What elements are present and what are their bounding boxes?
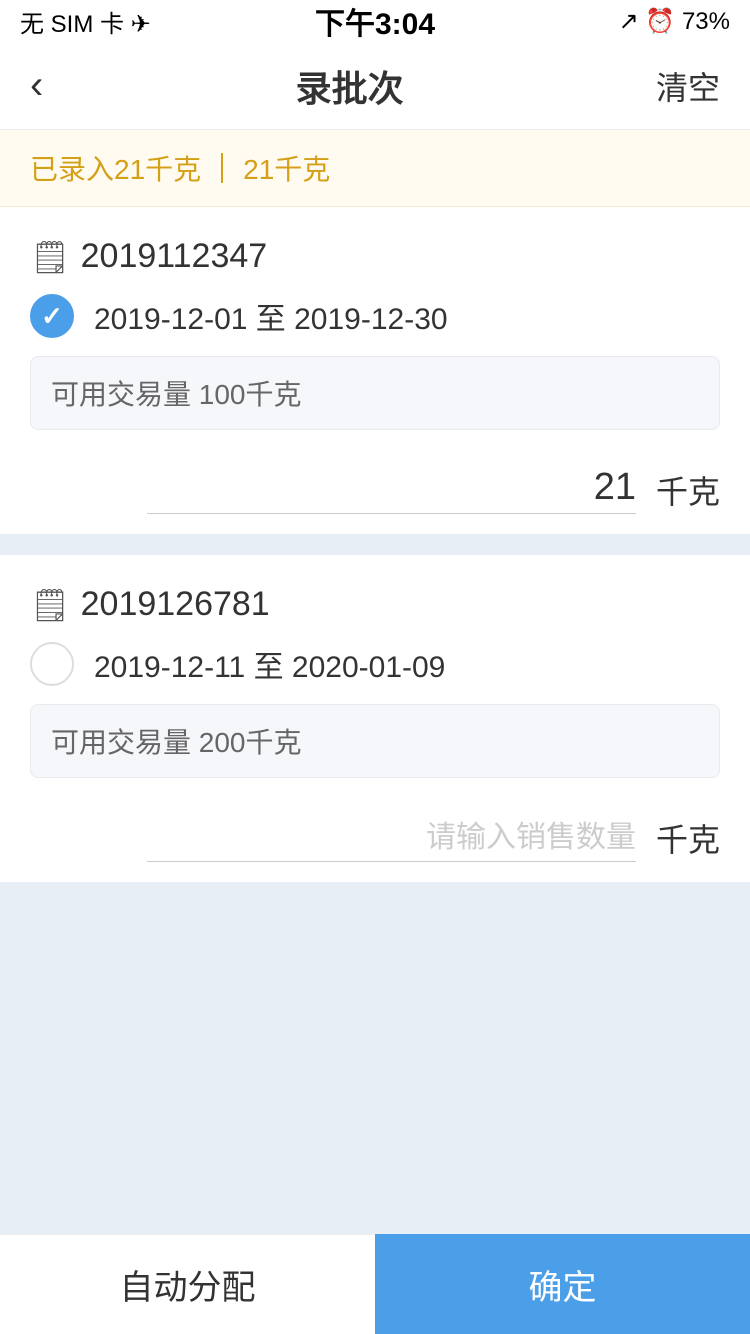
summary-entered: 已录入21千克 [30, 148, 201, 188]
status-time: 下午3:04 [315, 0, 435, 43]
summary-amount: 21千克 [243, 148, 330, 188]
batch-1-checkbox[interactable]: ✓ [30, 294, 74, 338]
summary-bar: 已录入21千克 21千克 [0, 130, 750, 207]
auto-distribute-button[interactable]: 自动分配 [0, 1234, 375, 1334]
batch-1-quantity-input[interactable] [147, 466, 636, 509]
batch-1-quantity-underline [147, 466, 636, 514]
batch-2-unit: 千克 [656, 815, 720, 861]
batch-1-available: 可用交易量 100千克 [30, 356, 720, 430]
nav-bar: ‹ 录批次 清空 [0, 42, 750, 130]
bottom-bar: 自动分配 确定 [0, 1234, 750, 1334]
batch-2-header: 🗒 2019126781 [0, 555, 750, 634]
summary-divider [221, 153, 223, 183]
clear-button[interactable]: 清空 [656, 63, 720, 109]
section-separator-1 [0, 535, 750, 555]
status-bar: 无 SIM 卡 ✈ 下午3:04 ↗ ⏰ 73% [0, 0, 750, 42]
back-button[interactable]: ‹ [30, 63, 43, 108]
batch-1-icon: 🗒 [30, 238, 71, 276]
battery-status: ↗ ⏰ 73% [619, 7, 730, 36]
page-title: 录批次 [296, 60, 404, 112]
check-mark-icon: ✓ [41, 301, 63, 332]
batch-2-checkbox[interactable] [30, 642, 74, 686]
confirm-button[interactable]: 确定 [375, 1234, 750, 1334]
batch-1-header: 🗒 2019112347 [0, 207, 750, 286]
batch-1-unit: 千克 [656, 467, 720, 513]
batch-2-number: 2019126781 [81, 585, 270, 624]
batch-1-date: 2019-12-01 至 2019-12-30 [94, 294, 448, 338]
batch-item-2: 🗒 2019126781 2019-12-11 至 2020-01-09 可用交… [0, 555, 750, 883]
batch-1-date-row: ✓ 2019-12-01 至 2019-12-30 [0, 286, 750, 348]
batch-2-date-row: 2019-12-11 至 2020-01-09 [0, 634, 750, 696]
batch-1-number: 2019112347 [81, 237, 268, 276]
batch-1-quantity-row: 千克 [0, 446, 750, 535]
batch-item-1: 🗒 2019112347 ✓ 2019-12-01 至 2019-12-30 可… [0, 207, 750, 535]
batch-2-quantity-underline [147, 814, 636, 862]
gray-area [0, 883, 750, 1283]
batch-2-icon: 🗒 [30, 586, 71, 624]
sim-status: 无 SIM 卡 ✈ [20, 4, 151, 39]
batch-2-quantity-input[interactable] [147, 814, 636, 857]
status-left: 无 SIM 卡 ✈ [20, 4, 151, 39]
status-right: ↗ ⏰ 73% [619, 7, 730, 36]
batch-2-date: 2019-12-11 至 2020-01-09 [94, 642, 445, 686]
batch-2-available: 可用交易量 200千克 [30, 704, 720, 778]
batch-2-quantity-row: 千克 [0, 794, 750, 883]
